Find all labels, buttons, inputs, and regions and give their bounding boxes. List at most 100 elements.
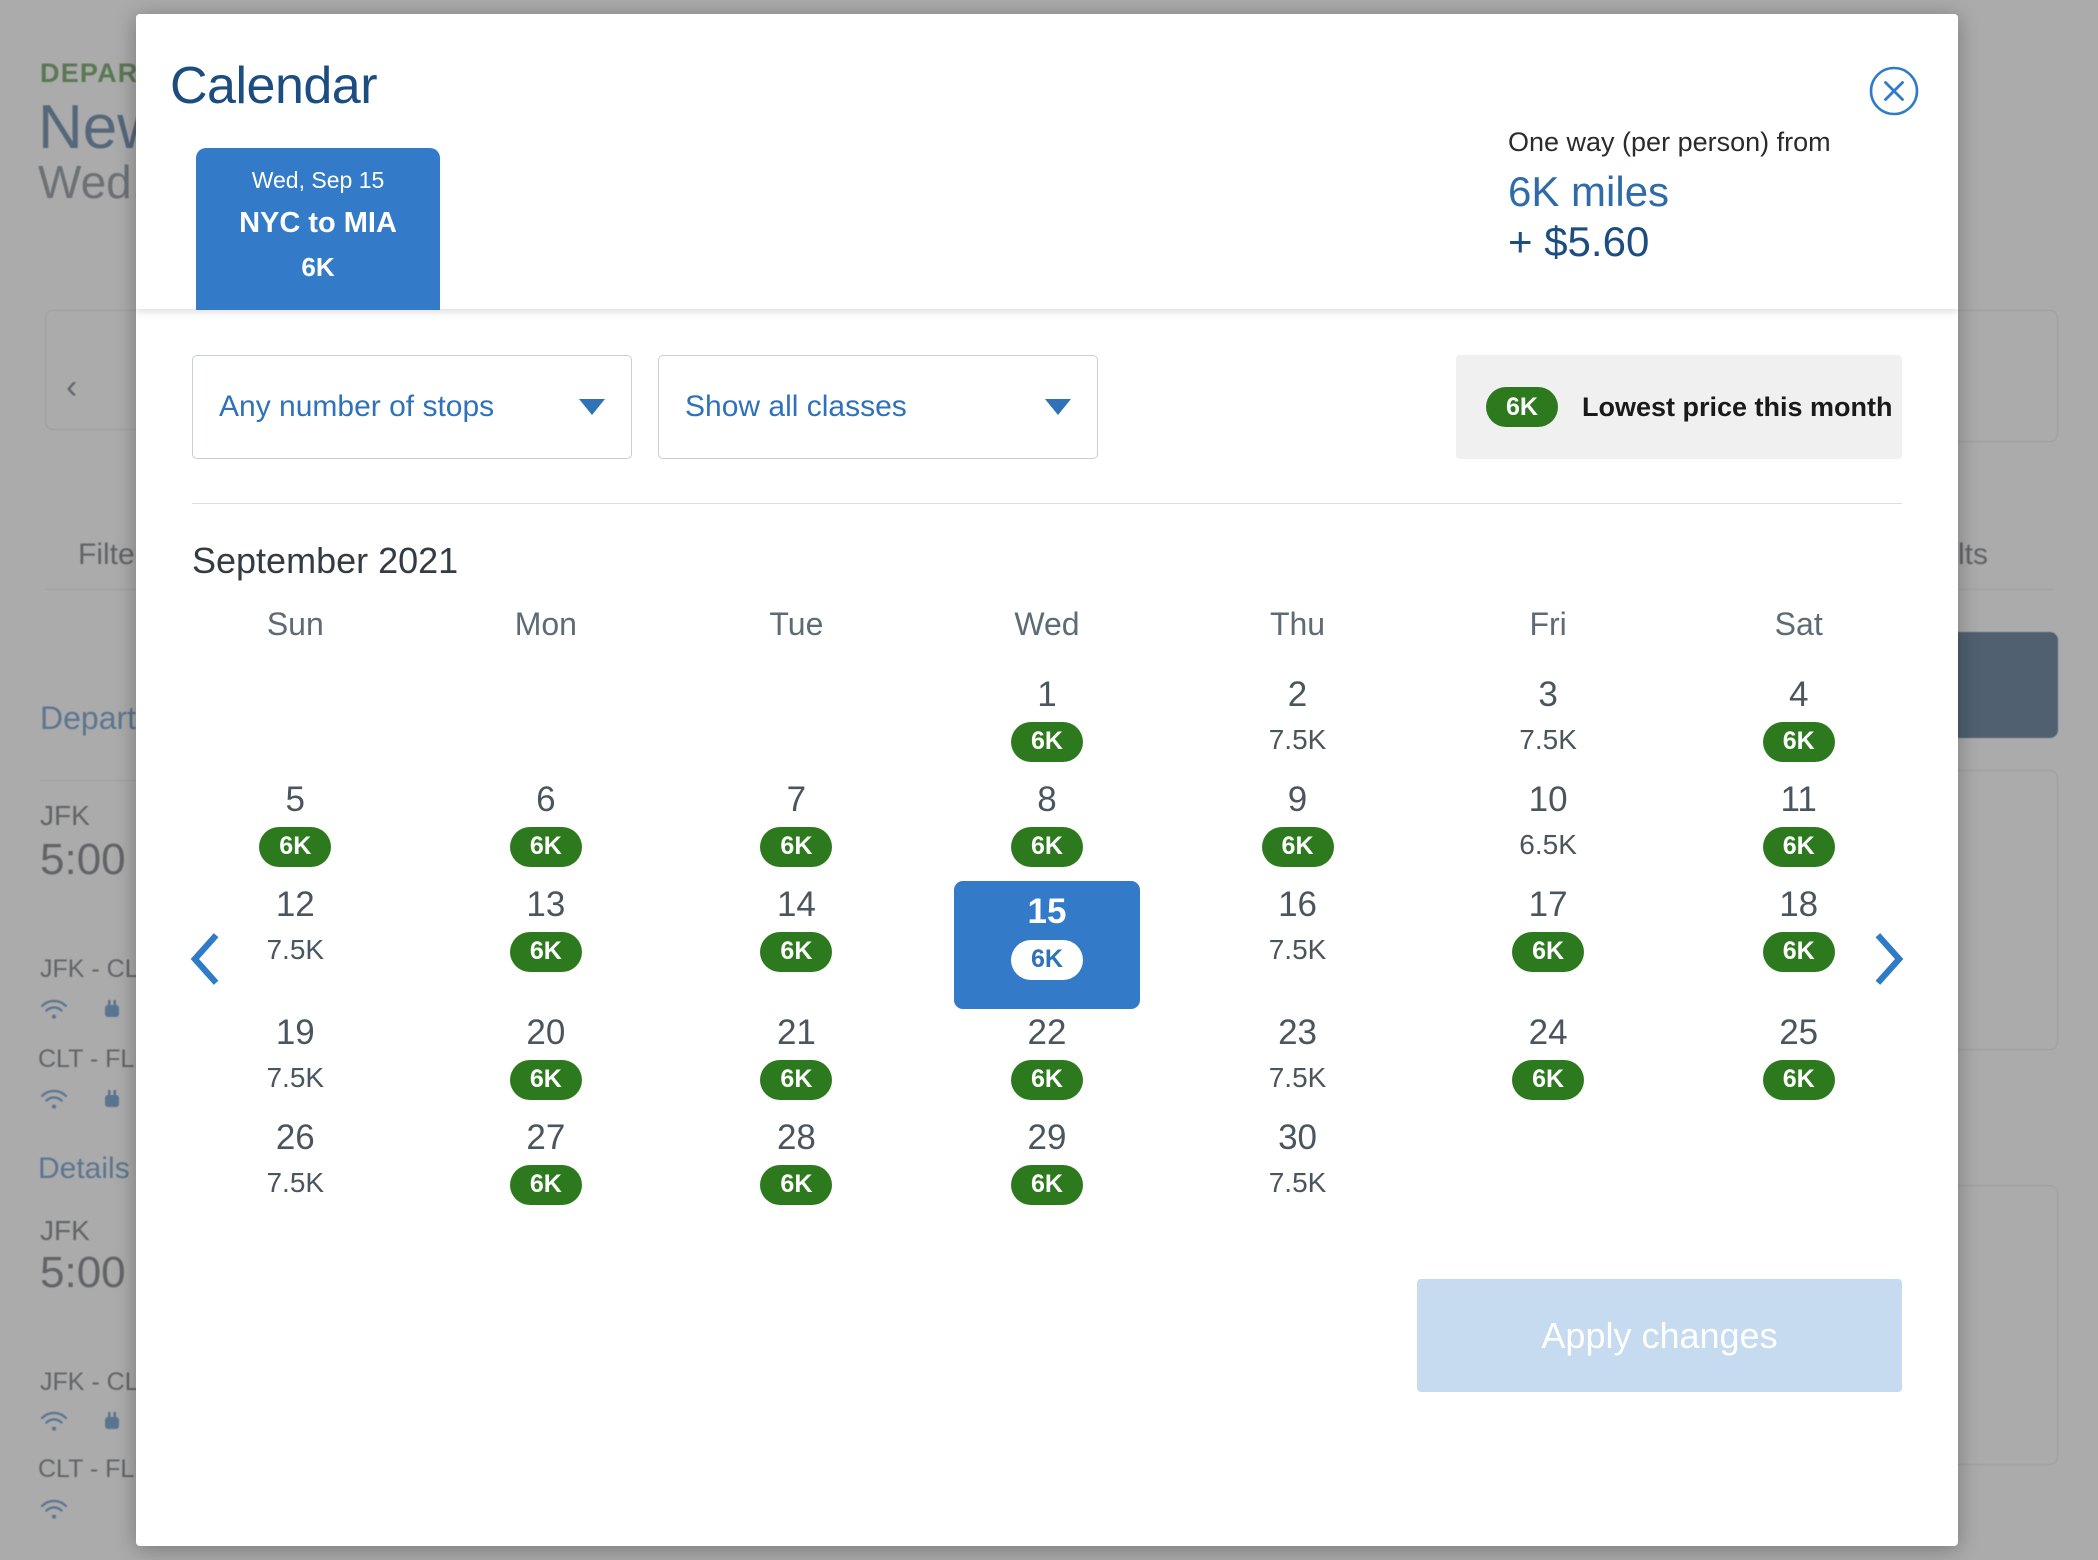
calendar-day-3[interactable]: 3 7.5K (1455, 671, 1641, 756)
calendar-day-14[interactable]: 14 6K (703, 881, 889, 972)
calendar-day-22[interactable]: 22 6K (954, 1009, 1140, 1100)
calendar-cell[interactable]: 23 7.5K (1172, 1009, 1423, 1114)
calendar-cell[interactable]: 10 6.5K (1423, 776, 1674, 881)
day-number: 28 (776, 1118, 816, 1157)
calendar-cell[interactable]: 29 6K (922, 1114, 1173, 1219)
filter-controls-row: Any number of stops Show all classes 6K … (170, 355, 1924, 459)
day-number: 12 (275, 885, 315, 924)
day-number: 13 (526, 885, 566, 924)
calendar-day-19[interactable]: 19 7.5K (202, 1009, 388, 1094)
calendar-cell[interactable]: 25 6K (1673, 1009, 1924, 1114)
calendar-cell[interactable]: 21 6K (671, 1009, 922, 1114)
calendar-day-9[interactable]: 9 6K (1205, 776, 1391, 867)
selected-flight-chip[interactable]: Wed, Sep 15 NYC to MIA 6K (196, 148, 440, 310)
calendar-day-16[interactable]: 16 7.5K (1205, 881, 1391, 966)
calendar-cell[interactable]: 2 7.5K (1172, 671, 1423, 776)
calendar-day-24[interactable]: 24 6K (1455, 1009, 1641, 1100)
price-summary-fee: + $5.60 (1508, 218, 1650, 265)
calendar-cell[interactable]: 4 6K (1673, 671, 1924, 776)
calendar-modal: Calendar Wed, Sep 15 NYC to MIA 6K One w… (136, 14, 1958, 1546)
day-price-pill: 6K (1512, 931, 1585, 972)
stops-select[interactable]: Any number of stops (192, 355, 632, 459)
calendar-cell[interactable]: 30 7.5K (1172, 1114, 1423, 1219)
calendar-day-27[interactable]: 27 6K (453, 1114, 639, 1205)
calendar-cell (170, 671, 421, 776)
calendar-day-12[interactable]: 12 7.5K (202, 881, 388, 966)
day-number: 29 (1027, 1118, 1067, 1157)
calendar-cell[interactable]: 1 6K (922, 671, 1173, 776)
calendar-cell[interactable]: 5 6K (170, 776, 421, 881)
calendar-cell[interactable]: 13 6K (421, 881, 672, 1009)
calendar-cell[interactable]: 20 6K (421, 1009, 672, 1114)
calendar-cell[interactable]: 6 6K (421, 776, 672, 881)
section-divider (192, 503, 1902, 504)
calendar-day-4[interactable]: 4 6K (1706, 671, 1892, 762)
classes-select-value: Show all classes (685, 390, 907, 423)
day-price: 6.5K (1519, 828, 1577, 860)
day-price-pill: 6K (1010, 939, 1083, 980)
calendar-week-row: 5 6K 6 6K 7 6K 8 6K 9 6K 10 6.5K 11 6K (170, 776, 1924, 881)
month-title: September 2021 (192, 540, 459, 581)
day-number: 4 (1788, 675, 1809, 714)
calendar-day-15[interactable]: 15 6K (953, 881, 1140, 1009)
calendar-cell[interactable]: 19 7.5K (170, 1009, 421, 1114)
calendar-cell[interactable]: 24 6K (1423, 1009, 1674, 1114)
calendar-day-26[interactable]: 26 7.5K (202, 1114, 388, 1199)
legend-price-pill: 6K (1486, 387, 1558, 427)
calendar-day-5[interactable]: 5 6K (202, 776, 388, 867)
calendar-cell[interactable]: 22 6K (922, 1009, 1173, 1114)
calendar-day-6[interactable]: 6 6K (453, 776, 639, 867)
calendar-week-row: 26 7.5K 27 6K 28 6K 29 6K 30 7.5K (170, 1114, 1924, 1219)
weekday-wed: Wed (1014, 606, 1080, 642)
day-number: 8 (1037, 780, 1057, 819)
calendar-day-2[interactable]: 2 7.5K (1205, 671, 1391, 756)
weekday-sun: Sun (266, 606, 324, 642)
calendar-day-7[interactable]: 7 6K (703, 776, 889, 867)
price-summary-label: One way (per person) from (1508, 127, 1831, 157)
calendar-cell[interactable]: 7 6K (671, 776, 922, 881)
calendar-day-29[interactable]: 29 6K (954, 1114, 1140, 1205)
calendar-day-13[interactable]: 13 6K (453, 881, 639, 972)
calendar-cell (1673, 1114, 1924, 1219)
day-number: 27 (526, 1118, 566, 1157)
day-price-pill: 6K (760, 1059, 833, 1100)
calendar-day-11[interactable]: 11 6K (1706, 776, 1892, 867)
calendar-day-20[interactable]: 20 6K (453, 1009, 639, 1100)
chevron-down-icon (1045, 399, 1071, 415)
calendar-cell[interactable]: 9 6K (1172, 776, 1423, 881)
calendar-day-30[interactable]: 30 7.5K (1205, 1114, 1391, 1199)
day-price-pill: 6K (1762, 826, 1835, 867)
day-number: 19 (275, 1013, 315, 1052)
calendar-cell (421, 671, 672, 776)
weekday-sat: Sat (1774, 606, 1823, 642)
calendar-day-28[interactable]: 28 6K (703, 1114, 889, 1205)
calendar-cell[interactable]: 16 7.5K (1172, 881, 1423, 1009)
day-number: 6 (536, 780, 556, 819)
day-number: 21 (776, 1013, 816, 1052)
calendar-day-10[interactable]: 10 6.5K (1455, 776, 1641, 861)
calendar-cell[interactable]: 3 7.5K (1423, 671, 1674, 776)
calendar-cell[interactable]: 17 6K (1423, 881, 1674, 1009)
calendar-cell[interactable]: 27 6K (421, 1114, 672, 1219)
calendar-day-8[interactable]: 8 6K (954, 776, 1140, 867)
classes-select[interactable]: Show all classes (658, 355, 1098, 459)
calendar-cell[interactable]: 11 6K (1673, 776, 1924, 881)
calendar-day-17[interactable]: 17 6K (1455, 881, 1641, 972)
calendar-day-25[interactable]: 25 6K (1706, 1009, 1892, 1100)
close-icon[interactable] (1868, 65, 1920, 117)
day-price: 7.5K (1268, 1166, 1327, 1198)
calendar-cell[interactable]: 26 7.5K (170, 1114, 421, 1219)
lowest-price-legend: 6K Lowest price this month (1456, 355, 1902, 459)
calendar-cell[interactable]: 28 6K (671, 1114, 922, 1219)
calendar-cell[interactable]: 14 6K (671, 881, 922, 1009)
apply-changes-button[interactable]: Apply changes (1417, 1279, 1902, 1392)
modal-body: Any number of stops Show all classes 6K … (136, 355, 1958, 1392)
calendar-cell[interactable]: 8 6K (922, 776, 1173, 881)
day-number: 25 (1779, 1013, 1819, 1052)
calendar-cell[interactable]: 15 6K (922, 881, 1173, 1009)
calendar-day-1[interactable]: 1 6K (954, 671, 1140, 762)
day-number: 11 (1780, 780, 1817, 819)
calendar-day-23[interactable]: 23 7.5K (1205, 1009, 1391, 1094)
calendar-day-21[interactable]: 21 6K (703, 1009, 889, 1100)
calendar-day-18[interactable]: 18 6K (1706, 881, 1892, 972)
